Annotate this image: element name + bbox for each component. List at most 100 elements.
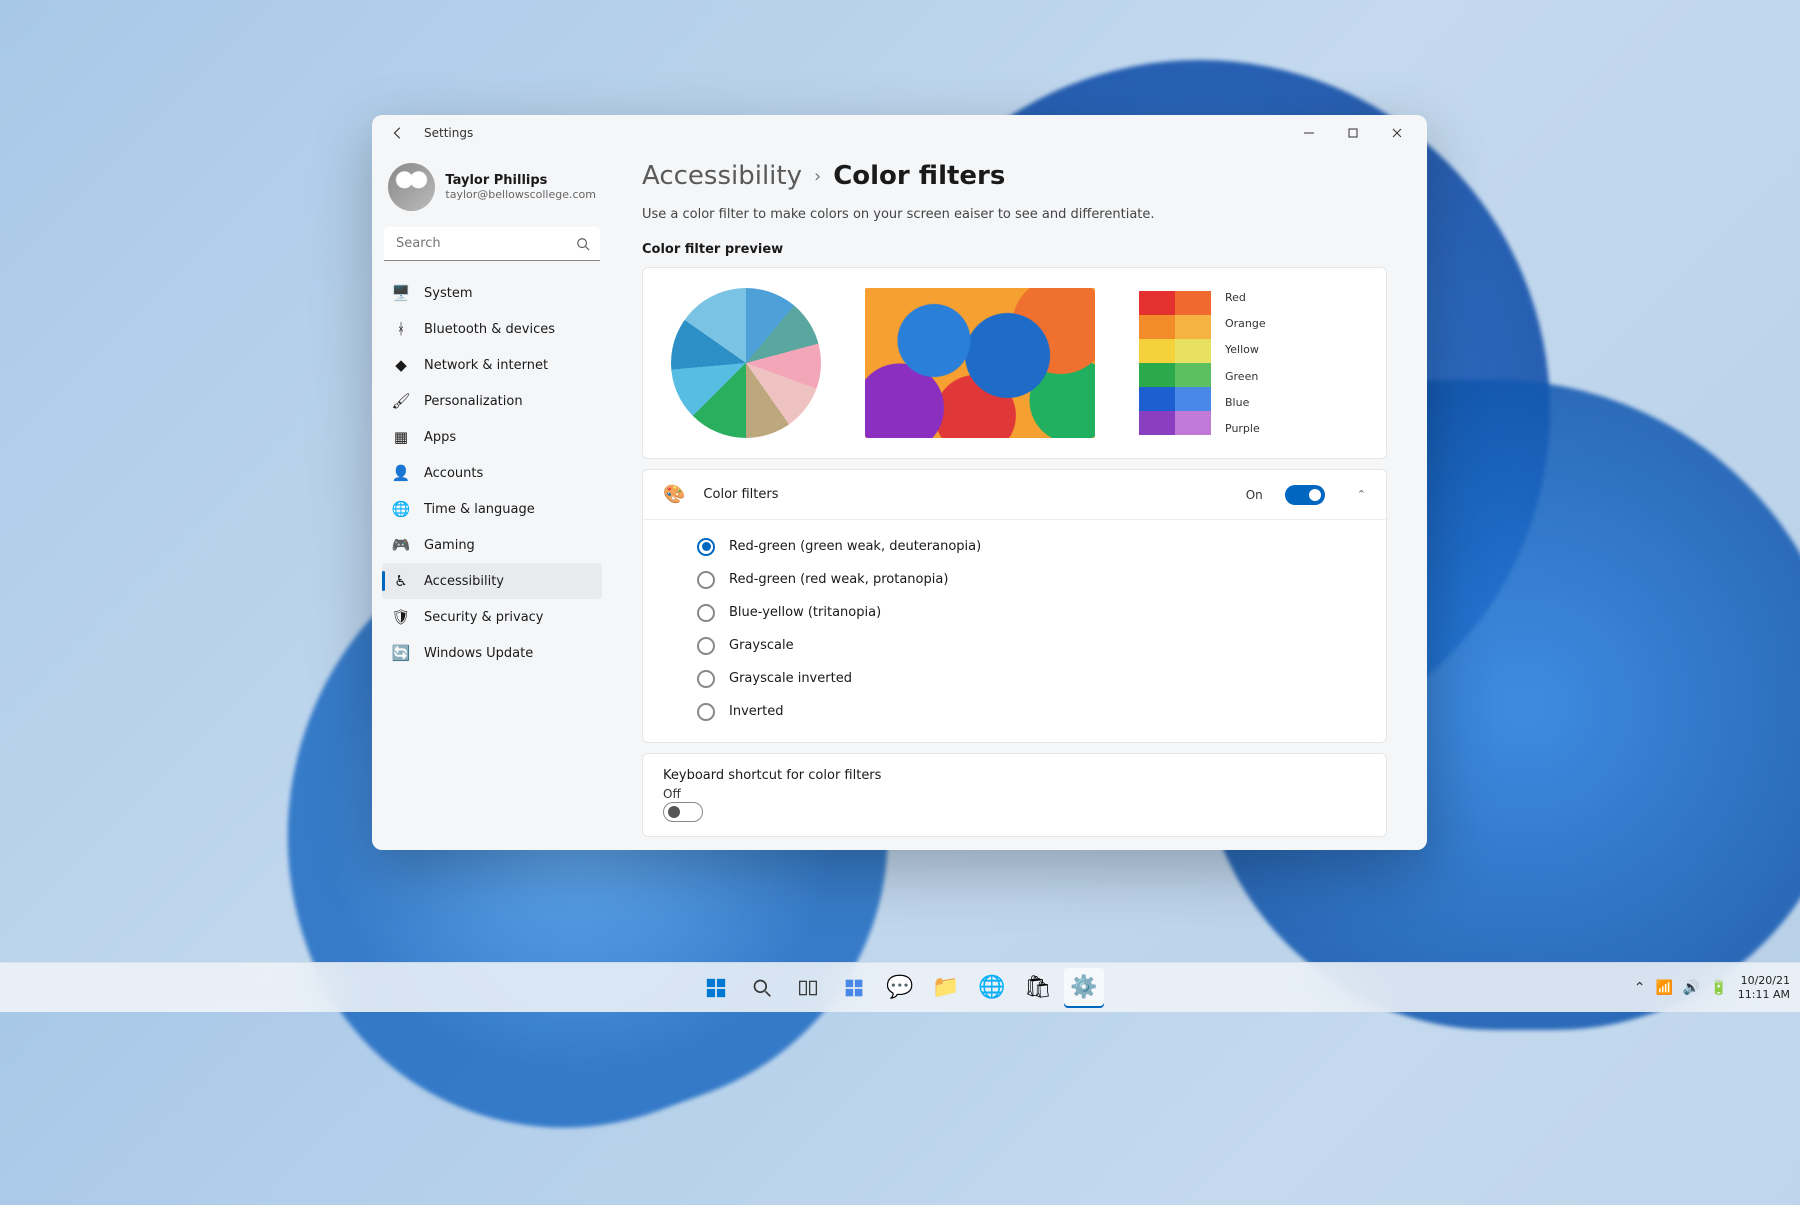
filter-options-list: Red-green (green weak, deuteranopia) Red-… — [643, 519, 1386, 742]
chat-button[interactable]: 💬 — [880, 968, 920, 1008]
sidebar-item-security-privacy[interactable]: 🛡Security & privacy — [382, 599, 602, 635]
nav-label: Bluetooth & devices — [424, 322, 555, 337]
nav-icon: 🖌 — [392, 392, 410, 410]
clock-time: 11:11 AM — [1738, 988, 1790, 1001]
radio-icon — [697, 670, 715, 688]
nav-icon: ♿ — [392, 572, 410, 590]
profile-email: taylor@bellowscollege.com — [445, 188, 596, 201]
clock[interactable]: 10/20/21 11:11 AM — [1738, 974, 1790, 1000]
task-view-button[interactable] — [788, 968, 828, 1008]
radio-icon — [697, 571, 715, 589]
search-icon — [576, 236, 590, 255]
page-description: Use a color filter to make colors on you… — [642, 207, 1387, 222]
color-label: Red — [1225, 291, 1266, 304]
nav-label: Windows Update — [424, 646, 533, 661]
nav-icon: 🌐 — [392, 500, 410, 518]
color-filters-header[interactable]: 🎨 Color filters On ⌃ — [643, 470, 1386, 519]
filter-option[interactable]: Grayscale — [697, 629, 1366, 662]
sidebar-item-accessibility[interactable]: ♿ Accessibility — [382, 563, 602, 599]
shortcut-title: Keyboard shortcut for color filters — [663, 768, 1366, 783]
nav-label: Time & language — [424, 502, 535, 517]
nav-label: Accessibility — [424, 574, 504, 589]
color-swatch — [1175, 363, 1211, 387]
taskbar: 💬 📁 🌐 🛍 ⚙️ ⌃ 📶 🔊 🔋 10/20/21 11:11 AM — [0, 962, 1800, 1012]
maximize-button[interactable] — [1331, 118, 1375, 148]
shortcut-toggle[interactable] — [663, 802, 703, 822]
color-swatch — [1139, 411, 1175, 435]
color-swatch — [1139, 315, 1175, 339]
wifi-icon[interactable]: 📶 — [1655, 980, 1672, 996]
nav-label: Network & internet — [424, 358, 548, 373]
main-content: Accessibility › Color filters Use a colo… — [612, 151, 1427, 850]
sidebar: Taylor Phillips taylor@bellowscollege.co… — [372, 151, 612, 850]
color-swatch — [1175, 339, 1211, 363]
sidebar-item-accounts[interactable]: 👤Accounts — [382, 455, 602, 491]
nav-label: Personalization — [424, 394, 523, 409]
taskbar-center: 💬 📁 🌐 🛍 ⚙️ — [696, 968, 1104, 1008]
close-button[interactable] — [1375, 118, 1419, 148]
avatar — [388, 163, 435, 211]
widgets-button[interactable] — [834, 968, 874, 1008]
preview-card: RedOrangeYellowGreenBluePurple — [642, 267, 1387, 459]
preview-photo — [865, 288, 1095, 438]
nav-icon: ᚼ — [392, 320, 410, 338]
search-input[interactable] — [384, 227, 600, 261]
filter-option[interactable]: Inverted — [697, 695, 1366, 728]
settings-taskbar-button[interactable]: ⚙️ — [1064, 968, 1104, 1008]
filter-option[interactable]: Red-green (red weak, protanopia) — [697, 563, 1366, 596]
tray-chevron-icon[interactable]: ⌃ — [1634, 980, 1646, 996]
window-title: Settings — [424, 126, 473, 140]
radio-icon — [697, 538, 715, 556]
toggle-state-label: On — [1246, 488, 1263, 502]
filter-option-label: Red-green (green weak, deuteranopia) — [729, 539, 981, 554]
color-filters-toggle[interactable] — [1285, 485, 1325, 505]
filter-option-label: Grayscale — [729, 638, 794, 653]
sidebar-item-gaming[interactable]: 🎮Gaming — [382, 527, 602, 563]
color-swatch — [1175, 315, 1211, 339]
battery-icon[interactable]: 🔋 — [1710, 980, 1727, 996]
color-label: Orange — [1225, 317, 1266, 330]
breadcrumb-parent[interactable]: Accessibility — [642, 161, 802, 191]
filter-option[interactable]: Grayscale inverted — [697, 662, 1366, 695]
toggle-state-label: Off — [663, 787, 681, 801]
profile-block[interactable]: Taylor Phillips taylor@bellowscollege.co… — [382, 159, 602, 223]
radio-icon — [697, 604, 715, 622]
color-label: Yellow — [1225, 343, 1266, 356]
volume-icon[interactable]: 🔊 — [1683, 980, 1700, 996]
color-swatch — [1139, 291, 1175, 315]
filter-option[interactable]: Red-green (green weak, deuteranopia) — [697, 530, 1366, 563]
color-swatch — [1175, 387, 1211, 411]
color-label: Blue — [1225, 396, 1266, 409]
filter-option[interactable]: Blue-yellow (tritanopia) — [697, 596, 1366, 629]
file-explorer-button[interactable]: 📁 — [926, 968, 966, 1008]
sidebar-item-personalization[interactable]: 🖌 Personalization — [382, 383, 602, 419]
edge-button[interactable]: 🌐 — [972, 968, 1012, 1008]
sidebar-item-time-language[interactable]: 🌐 Time & language — [382, 491, 602, 527]
color-swatch — [1139, 387, 1175, 411]
back-button[interactable] — [386, 121, 410, 145]
store-button[interactable]: 🛍 — [1018, 968, 1058, 1008]
start-button[interactable] — [696, 968, 736, 1008]
sidebar-item-network-internet[interactable]: ◆Network & internet — [382, 347, 602, 383]
profile-name: Taylor Phillips — [445, 173, 596, 188]
search-button[interactable] — [742, 968, 782, 1008]
radio-icon — [697, 703, 715, 721]
titlebar: Settings — [372, 115, 1427, 151]
nav-icon: 🛡 — [392, 608, 410, 626]
nav-icon: 🖥️ — [392, 284, 410, 302]
color-swatch — [1139, 339, 1175, 363]
color-swatch — [1175, 291, 1211, 315]
nav-label: Apps — [424, 430, 456, 445]
system-tray: ⌃ 📶 🔊 🔋 10/20/21 11:11 AM — [1634, 974, 1790, 1000]
sidebar-item-windows-update[interactable]: 🔄Windows Update — [382, 635, 602, 671]
preview-palette: RedOrangeYellowGreenBluePurple — [1139, 291, 1266, 435]
clock-date: 10/20/21 — [1738, 974, 1790, 987]
sidebar-item-apps[interactable]: ▦Apps — [382, 419, 602, 455]
filter-option-label: Red-green (red weak, protanopia) — [729, 572, 948, 587]
keyboard-shortcut-header[interactable]: Keyboard shortcut for color filters Off — [643, 754, 1386, 836]
chevron-up-icon: ⌃ — [1357, 488, 1366, 501]
sidebar-item-bluetooth-devices[interactable]: ᚼ Bluetooth & devices — [382, 311, 602, 347]
minimize-button[interactable] — [1287, 118, 1331, 148]
sidebar-item-system[interactable]: 🖥️System — [382, 275, 602, 311]
chevron-right-icon: › — [814, 166, 821, 187]
